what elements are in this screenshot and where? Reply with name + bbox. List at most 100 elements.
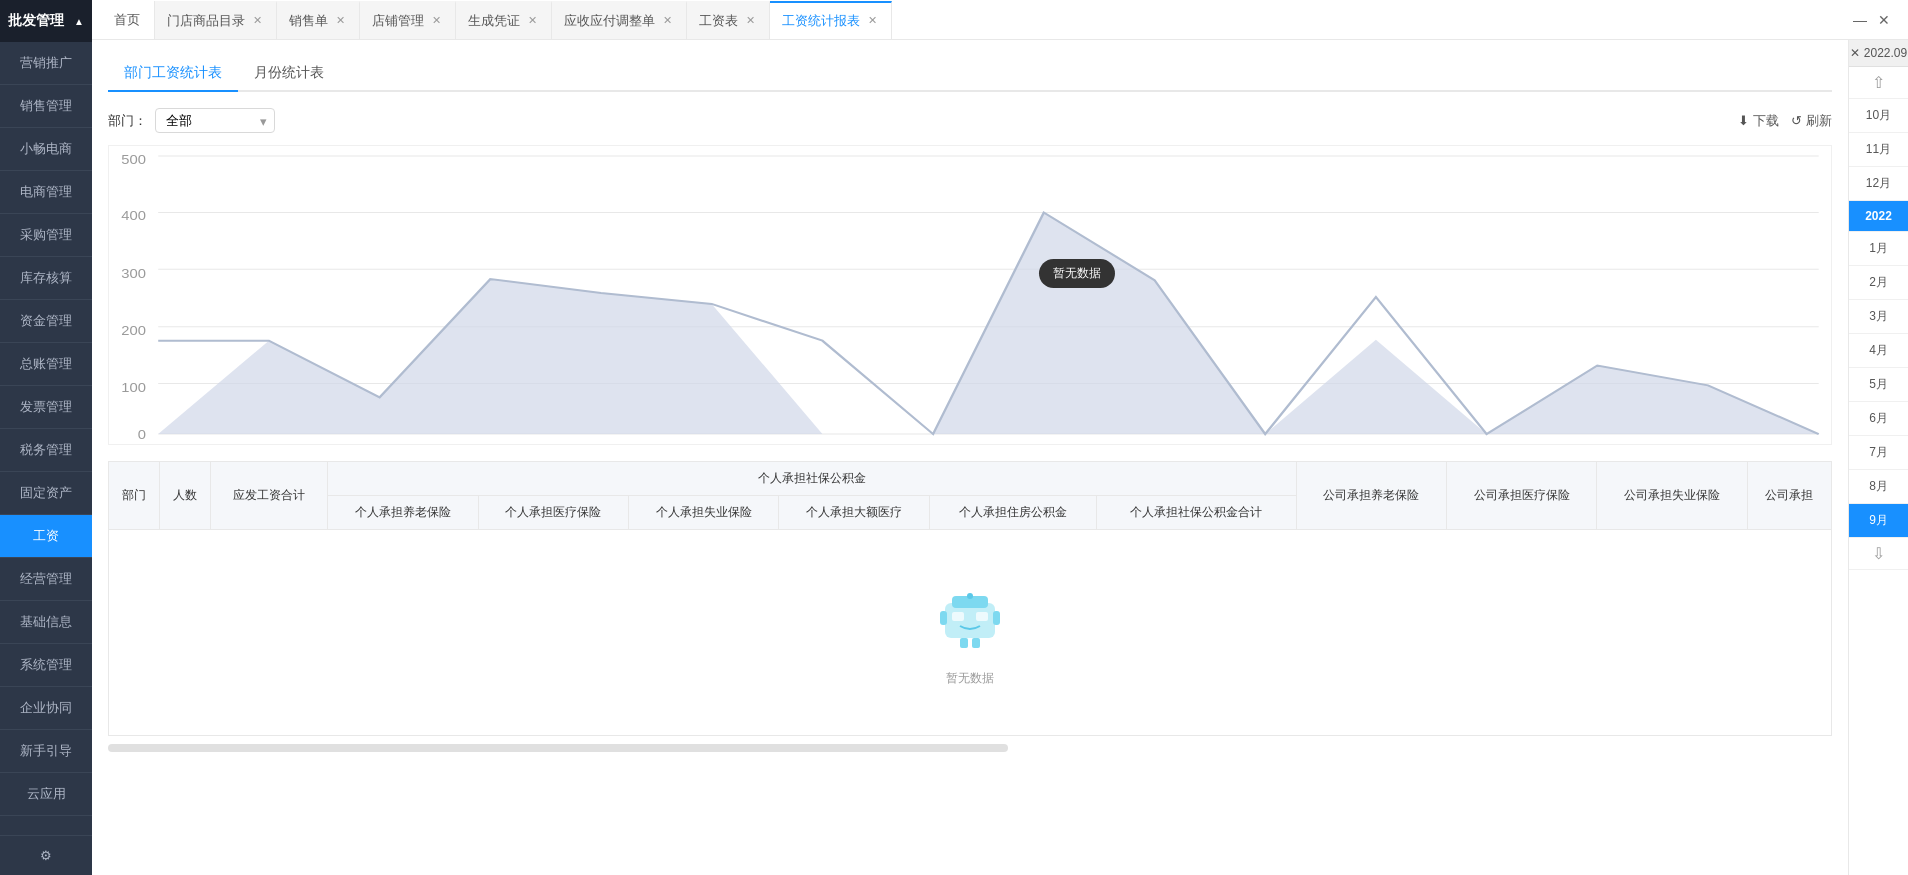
tab-salary-report[interactable]: 工资统计报表 ✕ xyxy=(770,1,892,39)
sidebar-item-inventory[interactable]: 库存核算 xyxy=(0,257,92,300)
table-container[interactable]: 部门 人数 应发工资合计 个人承担社保公积金 xyxy=(108,461,1832,736)
sidebar-item-ledger[interactable]: 总账管理 xyxy=(0,343,92,386)
sidebar-collapse-icon: ▲ xyxy=(74,16,84,27)
sub-tab-dept[interactable]: 部门工资统计表 xyxy=(108,56,238,92)
svg-text:200: 200 xyxy=(121,324,146,337)
sidebar-item-sales[interactable]: 销售管理 xyxy=(0,85,92,128)
sidebar-item-marketing[interactable]: 营销推广 xyxy=(0,42,92,85)
sidebar-item-tax[interactable]: 税务管理 xyxy=(0,429,92,472)
main-area: 首页 门店商品目录 ✕ 销售单 ✕ 店铺管理 ✕ 生成凭证 ✕ 应收应付调整单 … xyxy=(92,0,1908,875)
close-button[interactable]: ✕ xyxy=(1872,8,1896,32)
calendar-down-nav[interactable]: ⇩ xyxy=(1849,538,1908,570)
calendar-month-11[interactable]: 11月 xyxy=(1849,133,1908,167)
svg-rect-20 xyxy=(960,638,968,648)
calendar-month-6[interactable]: 6月 xyxy=(1849,402,1908,436)
svg-rect-18 xyxy=(940,611,947,625)
refresh-button[interactable]: ↺ 刷新 xyxy=(1791,112,1832,130)
svg-text:0: 0 xyxy=(138,428,146,441)
calendar-year-header: ✕ 2022.09 xyxy=(1849,40,1908,67)
dept-label: 部门： xyxy=(108,112,147,130)
calendar-up-nav[interactable]: ⇧ xyxy=(1849,67,1908,99)
svg-text:400: 400 xyxy=(121,210,146,223)
calendar-month-10[interactable]: 10月 xyxy=(1849,99,1908,133)
svg-rect-21 xyxy=(972,638,980,648)
calendar-month-9-active[interactable]: 9月 xyxy=(1849,504,1908,538)
col-personal-unemployment: 个人承担失业保险 xyxy=(629,496,779,530)
tab-close-product-catalog[interactable]: ✕ xyxy=(251,12,264,29)
sidebar-item-purchase[interactable]: 采购管理 xyxy=(0,214,92,257)
sidebar-item-ecommerce-small[interactable]: 小畅电商 xyxy=(0,128,92,171)
sidebar-header[interactable]: 批发管理 ▲ xyxy=(0,0,92,42)
tab-home[interactable]: 首页 xyxy=(100,1,155,39)
calendar-month-1[interactable]: 1月 xyxy=(1849,232,1908,266)
tab-close-salary-table[interactable]: ✕ xyxy=(744,12,757,29)
sidebar-item-cloud[interactable]: 云应用 xyxy=(0,773,92,816)
download-button[interactable]: ⬇ 下载 xyxy=(1738,112,1779,130)
window-controls: — ✕ xyxy=(1848,8,1900,32)
download-icon: ⬇ xyxy=(1738,113,1749,128)
sidebar-item-finance[interactable]: 资金管理 xyxy=(0,300,92,343)
salary-table: 部门 人数 应发工资合计 个人承担社保公积金 xyxy=(108,461,1832,736)
tab-production-voucher[interactable]: 生成凭证 ✕ xyxy=(456,1,552,39)
sidebar-title: 批发管理 xyxy=(8,12,64,30)
col-group-personal: 个人承担社保公积金 xyxy=(328,462,1296,496)
col-personal-total: 个人承担社保公积金合计 xyxy=(1096,496,1296,530)
col-personal-critical: 个人承担大额医疗 xyxy=(779,496,929,530)
svg-text:100: 100 xyxy=(121,382,146,395)
sidebar-settings[interactable]: ⚙ xyxy=(0,835,92,875)
svg-point-15 xyxy=(967,593,973,599)
col-dept: 部门 xyxy=(109,462,160,530)
col-company-unemployment: 公司承担失业保险 xyxy=(1597,462,1747,530)
sidebar-item-system[interactable]: 系统管理 xyxy=(0,644,92,687)
col-count: 人数 xyxy=(160,462,211,530)
tab-close-sales-order[interactable]: ✕ xyxy=(334,12,347,29)
calendar-close-icon[interactable]: ✕ xyxy=(1850,46,1860,60)
dept-select[interactable]: 全部 xyxy=(155,108,275,133)
sidebar: 批发管理 ▲ 营销推广 销售管理 小畅电商 电商管理 采购管理 库存核算 资金管… xyxy=(0,0,92,875)
tab-salary-table[interactable]: 工资表 ✕ xyxy=(687,1,770,39)
empty-robot-icon xyxy=(930,578,1010,658)
calendar-month-4[interactable]: 4月 xyxy=(1849,334,1908,368)
tab-close-store-mgmt[interactable]: ✕ xyxy=(430,12,443,29)
sub-tab-month[interactable]: 月份统计表 xyxy=(238,56,340,92)
calendar-month-5[interactable]: 5月 xyxy=(1849,368,1908,402)
minimize-button[interactable]: — xyxy=(1848,8,1872,32)
tab-close-salary-report[interactable]: ✕ xyxy=(866,12,879,29)
tab-close-production-voucher[interactable]: ✕ xyxy=(526,12,539,29)
svg-rect-16 xyxy=(952,612,964,621)
tab-receivable[interactable]: 应收应付调整单 ✕ xyxy=(552,1,687,39)
col-personal-housing: 个人承担住房公积金 xyxy=(929,496,1096,530)
tab-product-catalog[interactable]: 门店商品目录 ✕ xyxy=(155,1,277,39)
tab-sales-order[interactable]: 销售单 ✕ xyxy=(277,1,360,39)
sidebar-item-enterprise[interactable]: 企业协同 xyxy=(0,687,92,730)
calendar-month-2[interactable]: 2月 xyxy=(1849,266,1908,300)
svg-rect-17 xyxy=(976,612,988,621)
salary-chart: 500 400 300 200 100 0 xyxy=(109,146,1831,444)
tab-bar: 首页 门店商品目录 ✕ 销售单 ✕ 店铺管理 ✕ 生成凭证 ✕ 应收应付调整单 … xyxy=(92,0,1908,40)
col-personal-pension: 个人承担养老保险 xyxy=(328,496,478,530)
sidebar-item-basic[interactable]: 基础信息 xyxy=(0,601,92,644)
sidebar-item-assets[interactable]: 固定资产 xyxy=(0,472,92,515)
sidebar-item-operations[interactable]: 经营管理 xyxy=(0,558,92,601)
gear-icon: ⚙ xyxy=(40,848,52,863)
sidebar-item-salary[interactable]: 工资 xyxy=(0,515,92,558)
tab-close-receivable[interactable]: ✕ xyxy=(661,12,674,29)
calendar-year-2022[interactable]: 2022 xyxy=(1849,201,1908,232)
sidebar-item-ecommerce[interactable]: 电商管理 xyxy=(0,171,92,214)
refresh-icon: ↺ xyxy=(1791,113,1802,128)
col-company-medical: 公司承担医疗保险 xyxy=(1447,462,1597,530)
main-content: 部门工资统计表 月份统计表 部门： 全部 xyxy=(92,40,1848,875)
sidebar-item-guide[interactable]: 新手引导 xyxy=(0,730,92,773)
sub-tabs: 部门工资统计表 月份统计表 xyxy=(108,56,1832,92)
svg-rect-13 xyxy=(945,603,995,638)
calendar-month-8[interactable]: 8月 xyxy=(1849,470,1908,504)
horizontal-scrollbar[interactable] xyxy=(108,744,1008,752)
sidebar-item-invoice[interactable]: 发票管理 xyxy=(0,386,92,429)
chart-tooltip: 暂无数据 xyxy=(1039,259,1115,288)
tab-store-mgmt[interactable]: 店铺管理 ✕ xyxy=(360,1,456,39)
toolbar-left: 部门： 全部 xyxy=(108,108,275,133)
calendar-month-7[interactable]: 7月 xyxy=(1849,436,1908,470)
calendar-month-12[interactable]: 12月 xyxy=(1849,167,1908,201)
calendar-month-3[interactable]: 3月 xyxy=(1849,300,1908,334)
col-personal-medical: 个人承担医疗保险 xyxy=(478,496,628,530)
